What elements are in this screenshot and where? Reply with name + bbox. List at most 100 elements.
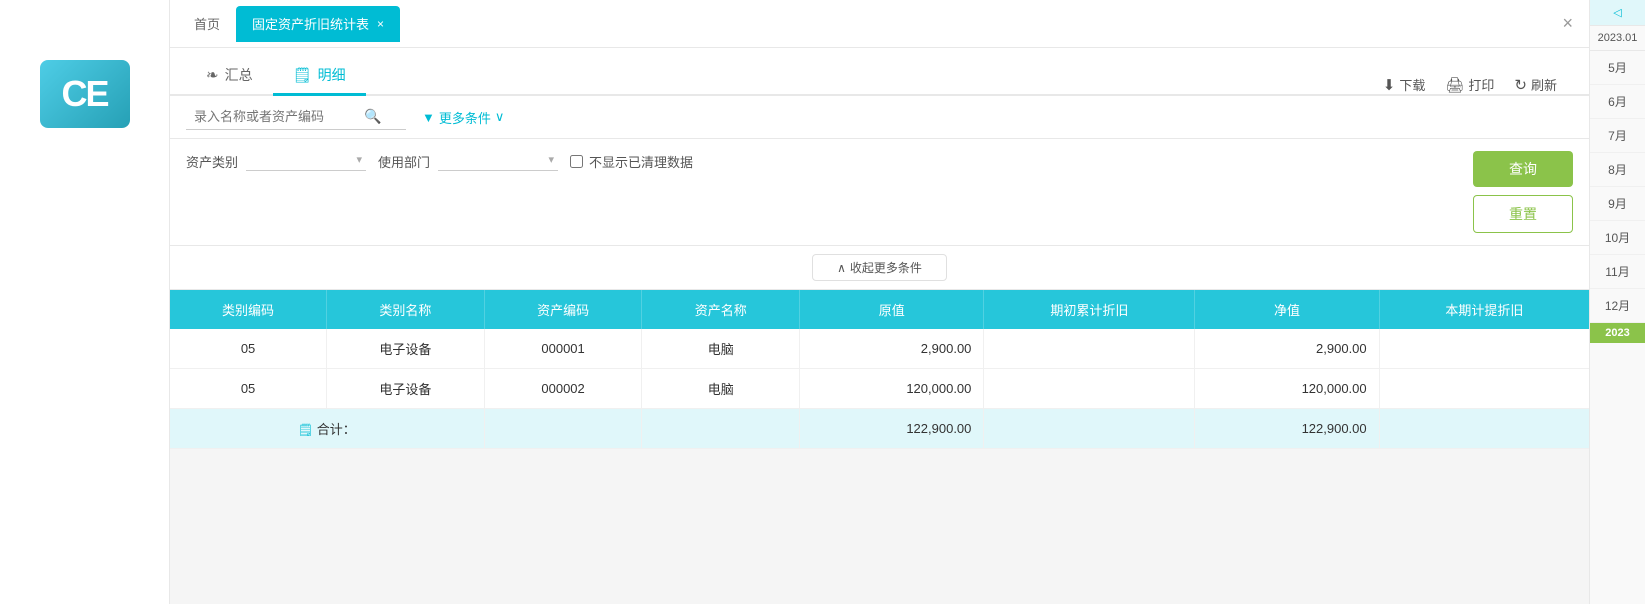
nav-home[interactable]: 首页 <box>186 14 228 33</box>
col-asset-name: 资产名称 <box>642 290 800 329</box>
filter-row: 资产类别 使用部门 不显示已清理数据 <box>186 151 693 171</box>
date-sidebar: ◁ 2023.01 5月 6月 7月 8月 9月 10月 11月 12月 202… <box>1589 0 1645 604</box>
no-cleared-checkbox[interactable] <box>570 155 583 168</box>
date-item-8[interactable]: 8月 <box>1590 153 1645 187</box>
more-filter-label: 更多条件 <box>439 108 491 127</box>
download-button[interactable]: ⬇ 下载 <box>1383 75 1426 94</box>
cell-accumulated-depreciation <box>984 329 1195 369</box>
cell-net-value: 120,000.00 <box>1195 369 1379 409</box>
summary-empty-2 <box>642 409 800 449</box>
data-table: 类别编码 类别名称 资产编码 资产名称 原值 期初累计折旧 净值 本期计提折旧 … <box>170 290 1589 449</box>
col-category-code: 类别编码 <box>170 290 327 329</box>
department-select[interactable] <box>438 151 558 171</box>
window-close-icon[interactable]: × <box>1562 13 1573 34</box>
table-row: 05 电子设备 000002 电脑 120,000.00 120,000.00 <box>170 369 1589 409</box>
cell-current-depreciation <box>1379 329 1589 369</box>
col-original-value: 原值 <box>800 290 984 329</box>
cell-category-name: 电子设备 <box>327 329 485 369</box>
cell-category-name: 电子设备 <box>327 369 485 409</box>
logo-mark: CE <box>40 60 130 128</box>
date-expand-button[interactable]: ◁ <box>1590 0 1645 26</box>
summary-row: 🗒 合计： 122,900.00 122,900.00 <box>170 409 1589 449</box>
summary-accumulated <box>984 409 1195 449</box>
summary-label-cell: 🗒 合计： <box>170 409 484 449</box>
tab-bar: ❧ 汇总 🗒 明细 ⬇ 下载 🖨 打印 ↻ 刷新 <box>170 48 1589 96</box>
reset-button[interactable]: 重置 <box>1473 195 1573 233</box>
collapse-button[interactable]: ∧ 收起更多条件 <box>812 254 947 281</box>
tab-detail-label: 明细 <box>318 65 346 85</box>
date-header: 2023.01 <box>1590 26 1645 51</box>
table-header-row: 类别编码 类别名称 资产编码 资产名称 原值 期初累计折旧 净值 本期计提折旧 <box>170 290 1589 329</box>
asset-category-label: 资产类别 <box>186 152 238 171</box>
download-icon: ⬇ <box>1383 76 1396 94</box>
chevron-up-icon: ∧ <box>837 261 846 275</box>
refresh-label: 刷新 <box>1531 75 1557 94</box>
cell-net-value: 2,900.00 <box>1195 329 1379 369</box>
download-label: 下载 <box>1399 75 1425 94</box>
search-input[interactable] <box>194 109 364 124</box>
collapse-label: 收起更多条件 <box>850 259 922 276</box>
top-nav: 首页 固定资产折旧统计表 × × <box>170 0 1589 48</box>
cell-category-code: 05 <box>170 329 327 369</box>
summary-tab-icon: ❧ <box>206 66 219 84</box>
nav-tab-label: 固定资产折旧统计表 <box>252 14 369 33</box>
asset-category-group: 资产类别 <box>186 151 366 171</box>
refresh-button[interactable]: ↻ 刷新 <box>1514 75 1557 94</box>
cell-original-value: 2,900.00 <box>800 329 984 369</box>
summary-net-value: 122,900.00 <box>1195 409 1379 449</box>
print-label: 打印 <box>1468 75 1494 94</box>
date-item-10[interactable]: 10月 <box>1590 221 1645 255</box>
cell-asset-name: 电脑 <box>642 329 800 369</box>
tab-summary[interactable]: ❧ 汇总 <box>186 57 273 96</box>
print-button[interactable]: 🖨 打印 <box>1445 75 1494 94</box>
table-row: 05 电子设备 000001 电脑 2,900.00 2,900.00 <box>170 329 1589 369</box>
date-item-6[interactable]: 6月 <box>1590 85 1645 119</box>
col-accumulated-depreciation: 期初累计折旧 <box>984 290 1195 329</box>
search-wrap: 🔍 <box>186 104 406 130</box>
filter-icon: ▼ <box>422 110 435 125</box>
asset-category-select[interactable] <box>246 151 366 171</box>
col-current-depreciation: 本期计提折旧 <box>1379 290 1589 329</box>
search-icon[interactable]: 🔍 <box>364 108 381 125</box>
print-icon: 🖨 <box>1445 76 1464 94</box>
expand-icon: ◁ <box>1613 6 1621 19</box>
tab-summary-label: 汇总 <box>225 65 253 85</box>
chevron-down-icon: ∨ <box>495 109 505 125</box>
nav-tab-close-icon[interactable]: × <box>377 17 384 31</box>
cell-category-code: 05 <box>170 369 327 409</box>
cell-asset-name: 电脑 <box>642 369 800 409</box>
main-content: 首页 固定资产折旧统计表 × × ❧ 汇总 🗒 明细 ⬇ 下载 🖨 打印 ↻ <box>170 0 1589 604</box>
detail-tab-icon: 🗒 <box>293 66 312 84</box>
department-label: 使用部门 <box>378 152 430 171</box>
summary-current-depreciation <box>1379 409 1589 449</box>
summary-original-value: 122,900.00 <box>800 409 984 449</box>
data-table-wrap: 类别编码 类别名称 资产编码 资产名称 原值 期初累计折旧 净值 本期计提折旧 … <box>170 290 1589 604</box>
refresh-icon: ↻ <box>1514 76 1527 94</box>
date-item-5[interactable]: 5月 <box>1590 51 1645 85</box>
filter-area: 资产类别 使用部门 不显示已清理数据 <box>170 139 1589 246</box>
more-filter-button[interactable]: ▼ 更多条件 ∨ <box>422 108 504 127</box>
cell-asset-code: 000001 <box>484 329 642 369</box>
no-cleared-label: 不显示已清理数据 <box>589 152 693 171</box>
date-item-12[interactable]: 12月 <box>1590 289 1645 323</box>
summary-empty-1 <box>484 409 642 449</box>
search-toolbar: 🔍 ▼ 更多条件 ∨ <box>170 96 1589 139</box>
cell-original-value: 120,000.00 <box>800 369 984 409</box>
col-net-value: 净值 <box>1195 290 1379 329</box>
tab-detail[interactable]: 🗒 明细 <box>273 57 366 96</box>
date-item-11[interactable]: 11月 <box>1590 255 1645 289</box>
col-category-name: 类别名称 <box>327 290 485 329</box>
date-item-9[interactable]: 9月 <box>1590 187 1645 221</box>
sidebar-logo: CE <box>0 0 170 604</box>
department-group: 使用部门 <box>378 151 558 171</box>
nav-tab-active[interactable]: 固定资产折旧统计表 × <box>236 6 400 42</box>
summary-icon: 🗒 <box>298 423 313 437</box>
query-button[interactable]: 查询 <box>1473 151 1573 187</box>
collapse-bar: ∧ 收起更多条件 <box>170 246 1589 290</box>
department-select-wrap <box>438 151 558 171</box>
cell-accumulated-depreciation <box>984 369 1195 409</box>
filter-buttons: 查询 重置 <box>1473 151 1573 233</box>
cell-current-depreciation <box>1379 369 1589 409</box>
cell-asset-code: 000002 <box>484 369 642 409</box>
date-item-7[interactable]: 7月 <box>1590 119 1645 153</box>
